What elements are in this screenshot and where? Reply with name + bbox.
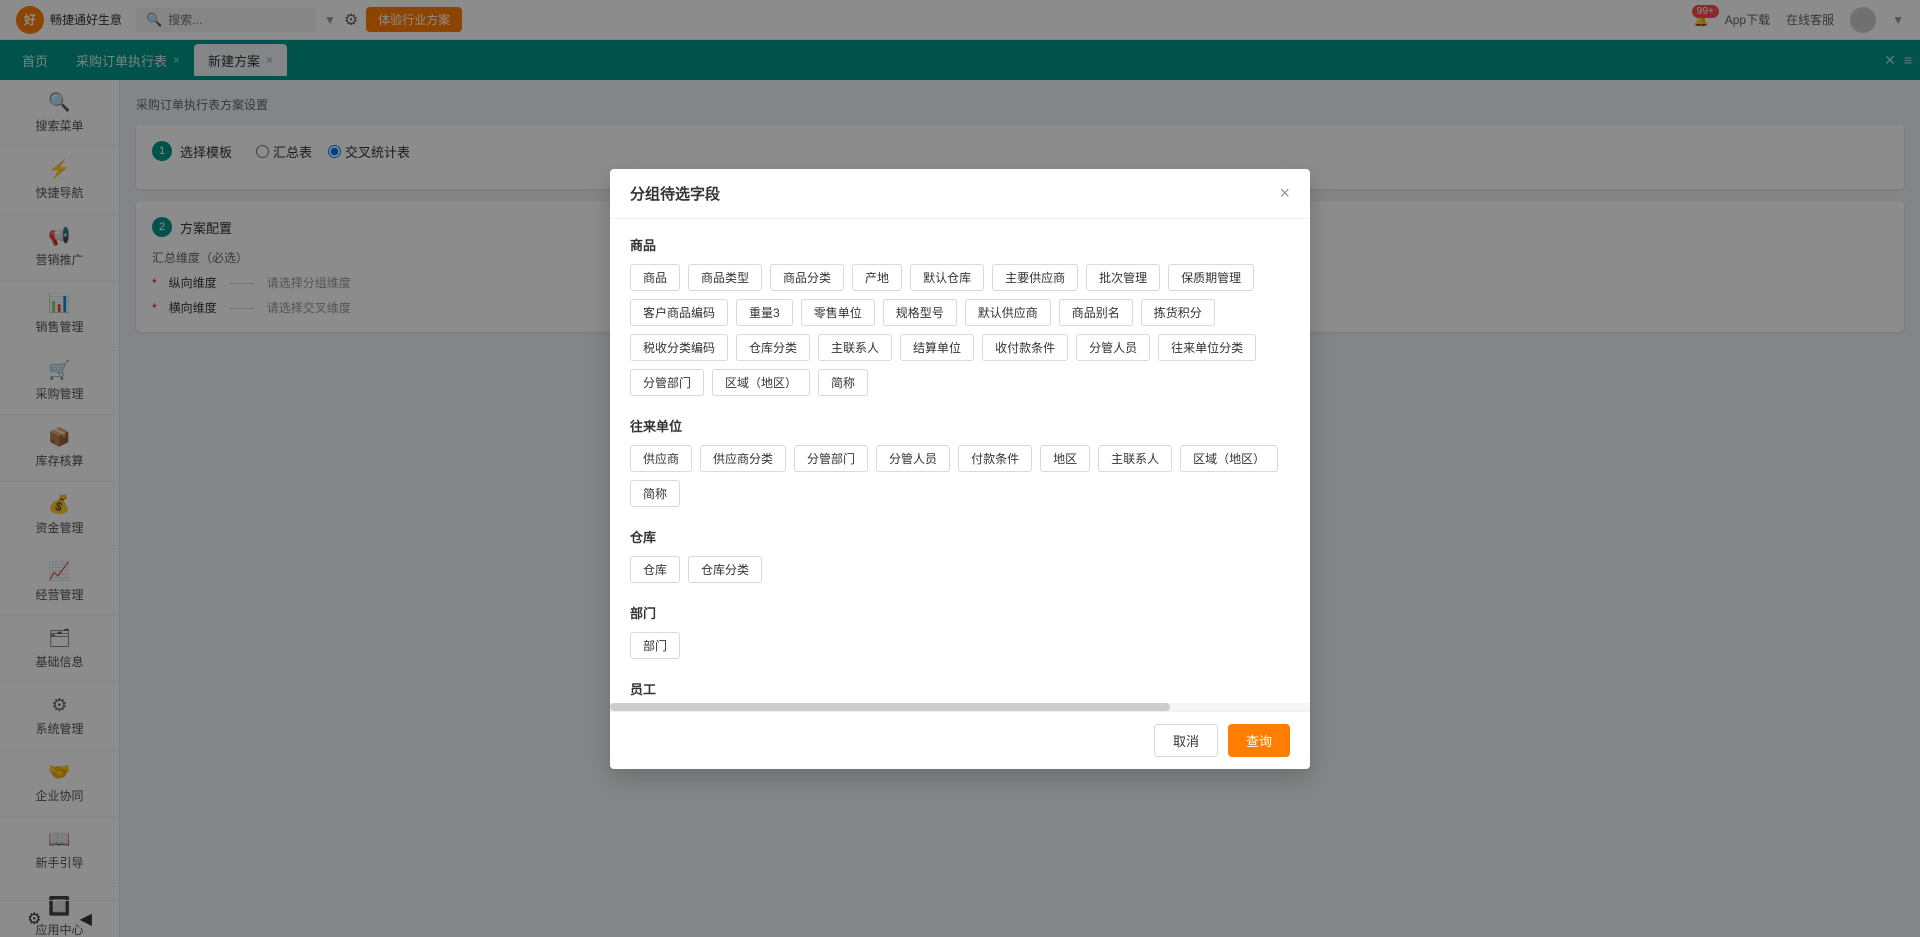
field-tag-batch-mgmt[interactable]: 批次管理 — [1086, 264, 1160, 291]
field-tag-wh[interactable]: 仓库 — [630, 556, 680, 583]
field-group-product: 商品商品商品类型商品分类产地默认仓库主要供应商批次管理保质期管理客户商品编码重量… — [630, 235, 1290, 396]
field-tag-main-contact[interactable]: 主联系人 — [818, 334, 892, 361]
modal-close-button[interactable]: × — [1279, 183, 1290, 204]
field-group-title-dept: 部门 — [630, 603, 1290, 622]
confirm-button[interactable]: 查询 — [1228, 724, 1290, 757]
field-tag-default-warehouse[interactable]: 默认仓库 — [910, 264, 984, 291]
field-tag-region2[interactable]: 区域（地区） — [1180, 445, 1278, 472]
field-tag-customer-code[interactable]: 客户商品编码 — [630, 299, 728, 326]
modal-hscroll-thumb[interactable] — [610, 703, 1170, 711]
field-tag-supplier-cat[interactable]: 供应商分类 — [700, 445, 786, 472]
field-tag-main-supplier[interactable]: 主要供应商 — [992, 264, 1078, 291]
field-group-title-product: 商品 — [630, 235, 1290, 254]
field-tags-warehouse: 仓库仓库分类 — [630, 556, 1290, 583]
modal-horizontal-scrollbar[interactable] — [610, 703, 1310, 711]
field-tag-settle-unit[interactable]: 结算单位 — [900, 334, 974, 361]
field-tag-warehouse-cat[interactable]: 仓库分类 — [736, 334, 810, 361]
field-tag-product-cat[interactable]: 商品分类 — [770, 264, 844, 291]
field-tag-expiry-mgmt[interactable]: 保质期管理 — [1168, 264, 1254, 291]
field-tag-rebate-points[interactable]: 拣货积分 — [1141, 299, 1215, 326]
field-tag-product-type[interactable]: 商品类型 — [688, 264, 762, 291]
field-tag-contact2[interactable]: 主联系人 — [1098, 445, 1172, 472]
field-group-title-counterparty: 往来单位 — [630, 416, 1290, 435]
field-tags-counterparty: 供应商供应商分类分管部门分管人员付款条件地区主联系人区域（地区） 简称 — [630, 445, 1290, 507]
field-tag-department[interactable]: 部门 — [630, 632, 680, 659]
field-tag-default-supplier[interactable]: 默认供应商 — [965, 299, 1051, 326]
modal-body: 商品商品商品类型商品分类产地默认仓库主要供应商批次管理保质期管理客户商品编码重量… — [610, 219, 1310, 703]
field-tag-supplier[interactable]: 供应商 — [630, 445, 692, 472]
field-tag-product-alias[interactable]: 商品别名 — [1059, 299, 1133, 326]
field-tag-payment-terms[interactable]: 收付款条件 — [982, 334, 1068, 361]
field-tag-pay-terms2[interactable]: 付款条件 — [958, 445, 1032, 472]
modal-footer: 取消 查询 — [610, 711, 1310, 769]
field-tag-mgmt-dept[interactable]: 分管部门 — [630, 369, 704, 396]
field-group-staff: 员工业务员 — [630, 679, 1290, 703]
field-tag-product[interactable]: 商品 — [630, 264, 680, 291]
modal-header: 分组待选字段 × — [610, 169, 1310, 219]
field-tag-origin[interactable]: 产地 — [852, 264, 902, 291]
field-tag-weight3[interactable]: 重量3 — [736, 299, 793, 326]
field-tag-spec-model[interactable]: 规格型号 — [883, 299, 957, 326]
field-tag-origin-unit[interactable]: 往来单位分类 — [1158, 334, 1256, 361]
field-group-title-staff: 员工 — [630, 679, 1290, 698]
field-tag-manager[interactable]: 分管人员 — [1076, 334, 1150, 361]
field-tag-tax-code[interactable]: 税收分类编码 — [630, 334, 728, 361]
modal-overlay: 分组待选字段 × 商品商品商品类型商品分类产地默认仓库主要供应商批次管理保质期管… — [0, 0, 1920, 937]
field-tag-dept2[interactable]: 分管部门 — [794, 445, 868, 472]
field-group-title-warehouse: 仓库 — [630, 527, 1290, 546]
field-group-counterparty: 往来单位供应商供应商分类分管部门分管人员付款条件地区主联系人区域（地区） 简称 — [630, 416, 1290, 507]
field-tag-short-name[interactable]: 简称 — [818, 369, 868, 396]
field-tags-dept: 部门 — [630, 632, 1290, 659]
modal-title: 分组待选字段 — [630, 183, 720, 204]
field-select-modal: 分组待选字段 × 商品商品商品类型商品分类产地默认仓库主要供应商批次管理保质期管… — [610, 169, 1310, 769]
field-group-dept: 部门部门 — [630, 603, 1290, 659]
field-tag-retail-unit[interactable]: 零售单位 — [801, 299, 875, 326]
field-tag-person2[interactable]: 分管人员 — [876, 445, 950, 472]
field-tags-product: 商品商品类型商品分类产地默认仓库主要供应商批次管理保质期管理客户商品编码重量3 零… — [630, 264, 1290, 396]
field-tag-area2[interactable]: 地区 — [1040, 445, 1090, 472]
field-tag-short2[interactable]: 简称 — [630, 480, 680, 507]
cancel-button[interactable]: 取消 — [1154, 724, 1218, 757]
field-tag-wh-cat[interactable]: 仓库分类 — [688, 556, 762, 583]
field-group-warehouse: 仓库仓库仓库分类 — [630, 527, 1290, 583]
field-tag-region[interactable]: 区域（地区） — [712, 369, 810, 396]
